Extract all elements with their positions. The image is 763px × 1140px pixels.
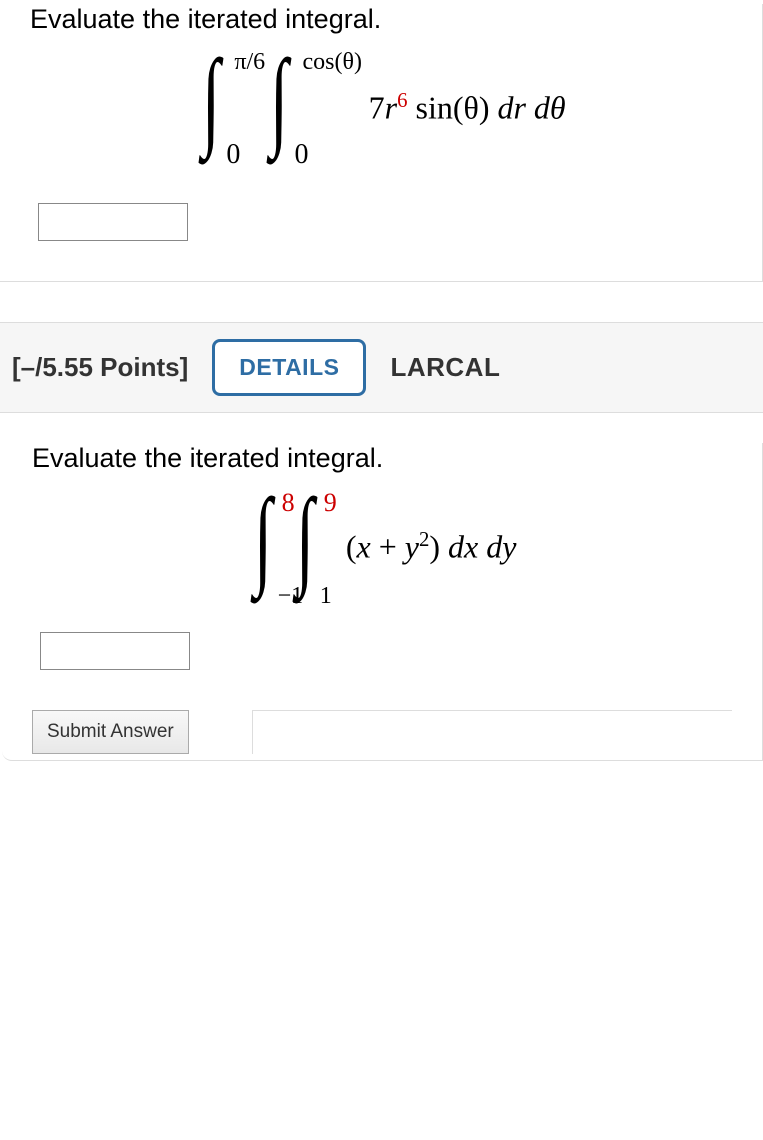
integral-expression-2: ∫ 8 −1 ∫ 9 1 (x + y2) dx dy bbox=[32, 492, 732, 602]
question-card-2: Evaluate the iterated integral. ∫ 8 −1 ∫… bbox=[2, 443, 763, 761]
question-prompt: Evaluate the iterated integral. bbox=[30, 4, 732, 35]
question-prompt: Evaluate the iterated integral. bbox=[32, 443, 732, 474]
outer-integral: ∫ 8 −1 bbox=[248, 492, 278, 602]
inner-lower-limit: 0 bbox=[294, 139, 308, 171]
inner-lower-limit: 1 bbox=[320, 583, 332, 610]
integrand: (x + y2) dx dy bbox=[346, 528, 517, 566]
submit-answer-button[interactable]: Submit Answer bbox=[32, 710, 189, 754]
points-label: [–/5.55 Points] bbox=[12, 352, 188, 383]
integral-expression-1: ∫ π/6 0 ∫ cos(θ) 0 7r6 sin(θ) dr dθ bbox=[30, 53, 732, 163]
inner-upper-limit: 9 bbox=[324, 488, 337, 518]
textbook-label: LARCAL bbox=[390, 352, 500, 383]
outer-upper-limit: π/6 bbox=[234, 49, 265, 76]
answer-input-1[interactable] bbox=[38, 203, 188, 241]
inner-integral: ∫ cos(θ) 0 bbox=[264, 53, 294, 163]
question-header-bar: [–/5.55 Points] DETAILS LARCAL bbox=[0, 322, 763, 413]
integrand: 7r6 sin(θ) dr dθ bbox=[369, 89, 566, 127]
inner-upper-limit: cos(θ) bbox=[302, 49, 361, 76]
inner-integral: ∫ 9 1 bbox=[290, 492, 320, 602]
answer-input-2[interactable] bbox=[40, 632, 190, 670]
outer-lower-limit: 0 bbox=[226, 139, 240, 171]
question-card-1: Evaluate the iterated integral. ∫ π/6 0 … bbox=[0, 4, 763, 282]
submit-area: Submit Answer bbox=[32, 710, 732, 760]
outer-integral: ∫ π/6 0 bbox=[196, 53, 226, 163]
details-button[interactable]: DETAILS bbox=[212, 339, 366, 396]
